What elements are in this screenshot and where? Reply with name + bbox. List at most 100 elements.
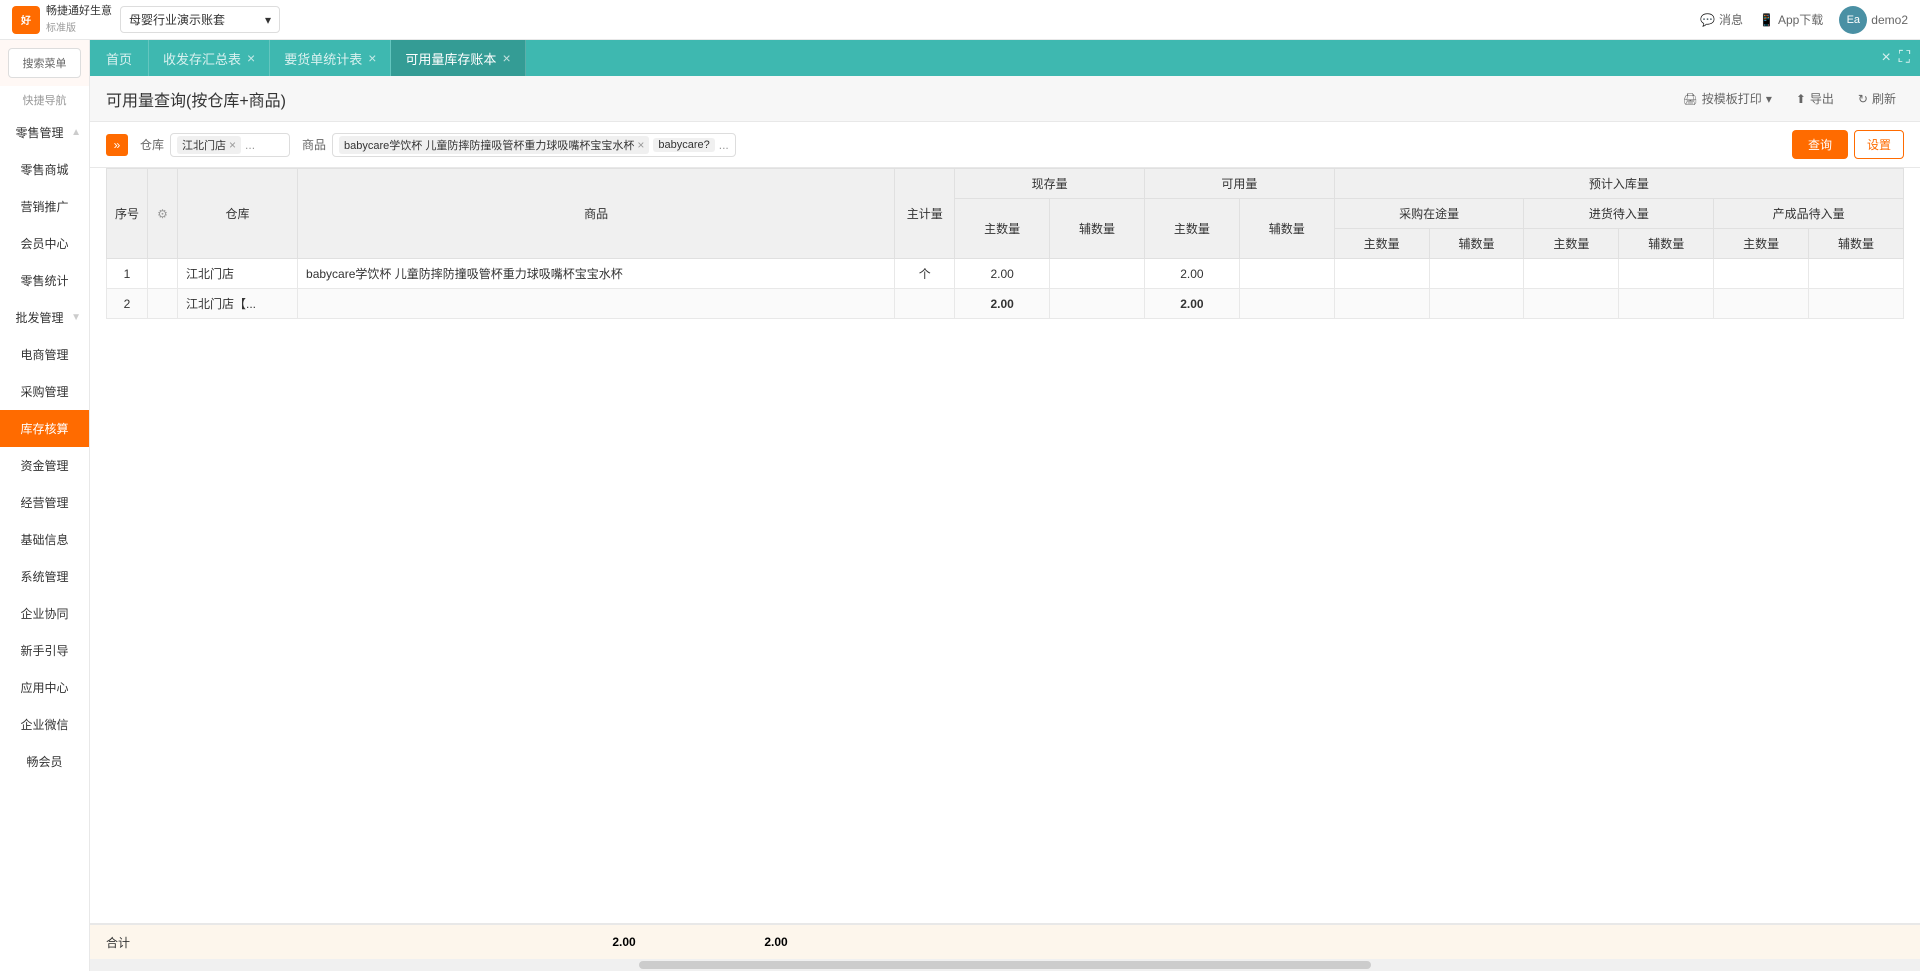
col-current-stock: 现存量 bbox=[955, 169, 1145, 199]
filter-expand-button[interactable]: » bbox=[106, 134, 128, 156]
sidebar-item-label: 会员中心 bbox=[8, 235, 81, 252]
export-icon: ⬆ bbox=[1796, 92, 1806, 106]
col-available: 可用量 bbox=[1144, 169, 1334, 199]
tab-label: 收发存汇总表 bbox=[163, 49, 241, 68]
cell-product bbox=[298, 289, 895, 319]
tab-expand-icon[interactable]: ⛶ bbox=[1897, 47, 1912, 69]
tab-close-icon[interactable]: × bbox=[247, 50, 255, 66]
page-header-actions: 🖨 按模板打印 ▾ ⬆ 导出 ↻ 刷新 bbox=[1675, 86, 1904, 111]
sidebar-item-label: 系统管理 bbox=[8, 568, 81, 585]
warehouse-label: 仓库 bbox=[140, 136, 164, 153]
query-button[interactable]: 查询 bbox=[1792, 130, 1848, 159]
sidebar-item-label: 零售管理 bbox=[8, 124, 71, 141]
horizontal-scrollbar[interactable] bbox=[90, 959, 1920, 971]
col-stock-aux: 辅数量 bbox=[1050, 199, 1145, 259]
sidebar-item-vip[interactable]: 畅会员 bbox=[0, 743, 89, 780]
logo-icon: 好 bbox=[12, 6, 40, 34]
sidebar-item-system[interactable]: 系统管理 bbox=[0, 558, 89, 595]
product-tag-close-icon[interactable]: × bbox=[637, 138, 644, 152]
tab-close-icon[interactable]: × bbox=[368, 50, 376, 66]
tab-home[interactable]: 首页 bbox=[90, 40, 149, 76]
sidebar-item-inventory[interactable]: 库存核算 bbox=[0, 410, 89, 447]
print-chevron-icon: ▾ bbox=[1766, 92, 1772, 106]
tab-receive-summary[interactable]: 收发存汇总表 × bbox=[149, 40, 270, 76]
sidebar-search-area: 搜索菜单 bbox=[0, 40, 89, 86]
cell-purchase-transit-aux bbox=[1429, 259, 1524, 289]
print-icon: 🖨 bbox=[1683, 92, 1698, 106]
cell-production-pending-main bbox=[1714, 259, 1809, 289]
sidebar-item-label: 资金管理 bbox=[8, 457, 81, 474]
export-button[interactable]: ⬆ 导出 bbox=[1788, 86, 1842, 111]
refresh-button[interactable]: ↻ 刷新 bbox=[1850, 86, 1904, 111]
app-icon: 📱 bbox=[1759, 13, 1774, 27]
product-filter-group: 商品 babycare学饮杯 儿童防摔防撞吸管杯重力球吸嘴杯宝宝水杯 × bab… bbox=[302, 133, 736, 157]
sidebar-item-finance[interactable]: 资金管理 bbox=[0, 447, 89, 484]
sidebar-item-enterprise[interactable]: 企业协同 bbox=[0, 595, 89, 632]
sidebar-item-label: 营销推广 bbox=[8, 198, 81, 215]
page-title: 可用量查询(按仓库+商品) bbox=[106, 87, 286, 111]
user-profile[interactable]: Ea demo2 bbox=[1839, 6, 1908, 34]
tab-available-ledger[interactable]: 可用量库存账本 × bbox=[391, 40, 525, 76]
top-bar-right: 💬 消息 📱 App下载 Ea demo2 bbox=[1700, 6, 1908, 34]
sidebar-item-label: 采购管理 bbox=[8, 383, 81, 400]
cell-purchase-transit-aux bbox=[1429, 289, 1524, 319]
table-body: 1 江北门店 babycare学饮杯 儿童防摔防撞吸管杯重力球吸嘴杯宝宝水杯 个… bbox=[107, 259, 1904, 319]
col-settings[interactable]: ⚙ bbox=[148, 169, 178, 259]
warehouse-filter-group: 仓库 江北门店 × ... bbox=[140, 133, 290, 157]
sidebar-item-zero-retail[interactable]: 零售管理 ▲ bbox=[0, 114, 89, 151]
settings-button[interactable]: 设置 bbox=[1854, 130, 1904, 159]
cell-avail-aux bbox=[1239, 259, 1334, 289]
col-production-pending-aux: 辅数量 bbox=[1809, 229, 1904, 259]
table-area: 序号 ⚙ 仓库 商品 主计量 现存量 可用量 预计入库量 主数量 辅数量 主数量… bbox=[90, 168, 1920, 923]
col-no: 序号 bbox=[107, 169, 148, 259]
filter-bar: » 仓库 江北门店 × ... 商品 babycare学饮杯 儿童防摔防撞吸管杯… bbox=[90, 122, 1920, 168]
sidebar-item-member[interactable]: 会员中心 bbox=[0, 225, 89, 262]
cell-avail-aux bbox=[1239, 289, 1334, 319]
col-avail-aux: 辅数量 bbox=[1239, 199, 1334, 259]
product-tag-short: babycare? bbox=[653, 138, 714, 152]
product-label: 商品 bbox=[302, 136, 326, 153]
message-label: 消息 bbox=[1719, 11, 1743, 28]
warehouse-tag-container[interactable]: 江北门店 × ... bbox=[170, 133, 290, 157]
tab-close-icon[interactable]: × bbox=[502, 50, 510, 66]
sidebar-item-wechat[interactable]: 企业微信 bbox=[0, 706, 89, 743]
scrollbar-thumb[interactable] bbox=[639, 961, 1371, 969]
app-download-action[interactable]: 📱 App下载 bbox=[1759, 11, 1823, 28]
main-layout: 搜索菜单 快捷导航 零售管理 ▲ 零售商城 营销推广 会员中心 零售统计 批发管… bbox=[0, 40, 1920, 971]
table-row: 2 江北门店【... 2.00 2.00 bbox=[107, 289, 1904, 319]
sidebar-item-operations[interactable]: 经营管理 bbox=[0, 484, 89, 521]
sidebar-item-label: 应用中心 bbox=[8, 679, 81, 696]
cell-warehouse: 江北门店【... bbox=[178, 289, 298, 319]
sidebar-item-marketing[interactable]: 营销推广 bbox=[0, 188, 89, 225]
logo-text: 畅捷通好生意 bbox=[46, 5, 112, 18]
sidebar-item-purchase[interactable]: 采购管理 bbox=[0, 373, 89, 410]
product-tag-container[interactable]: babycare学饮杯 儿童防摔防撞吸管杯重力球吸嘴杯宝宝水杯 × babyca… bbox=[332, 133, 736, 157]
product-more-icon[interactable]: ... bbox=[719, 138, 729, 152]
logo-area: 好 畅捷通好生意 标准版 bbox=[12, 5, 112, 33]
cell-avail-main: 2.00 bbox=[1144, 289, 1239, 319]
product-tag: babycare学饮杯 儿童防摔防撞吸管杯重力球吸嘴杯宝宝水杯 × bbox=[339, 136, 649, 154]
cell-stock-main: 2.00 bbox=[955, 289, 1050, 319]
sidebar-item-ecommerce[interactable]: 电商管理 bbox=[0, 336, 89, 373]
chevron-down-icon: ▾ bbox=[265, 13, 271, 27]
cell-stock-aux bbox=[1050, 259, 1145, 289]
print-button[interactable]: 🖨 按模板打印 ▾ bbox=[1675, 86, 1780, 111]
col-purchase-transit: 采购在途量 bbox=[1334, 199, 1524, 229]
warehouse-more-icon[interactable]: ... bbox=[245, 138, 255, 152]
col-inbound-pending-aux: 辅数量 bbox=[1619, 229, 1714, 259]
warehouse-tag-close-icon[interactable]: × bbox=[229, 138, 236, 152]
sidebar-nav-label: 快捷导航 bbox=[0, 86, 89, 114]
sidebar-item-basics[interactable]: 基础信息 bbox=[0, 521, 89, 558]
col-avail-main: 主数量 bbox=[1144, 199, 1239, 259]
sidebar-item-retail-stats[interactable]: 零售统计 bbox=[0, 262, 89, 299]
cell-settings bbox=[148, 289, 178, 319]
tab-order-stats[interactable]: 要货单统计表 × bbox=[270, 40, 391, 76]
tenant-selector[interactable]: 母婴行业演示账套 ▾ bbox=[120, 6, 280, 33]
tab-close-all-icon[interactable]: × bbox=[1879, 47, 1892, 69]
search-menu-button[interactable]: 搜索菜单 bbox=[8, 48, 81, 78]
sidebar-item-retail-store[interactable]: 零售商城 bbox=[0, 151, 89, 188]
sidebar-item-appcenter[interactable]: 应用中心 bbox=[0, 669, 89, 706]
sidebar-item-wholesale[interactable]: 批发管理 ▼ bbox=[0, 299, 89, 336]
message-action[interactable]: 💬 消息 bbox=[1700, 11, 1743, 28]
sidebar-item-newguide[interactable]: 新手引导 bbox=[0, 632, 89, 669]
